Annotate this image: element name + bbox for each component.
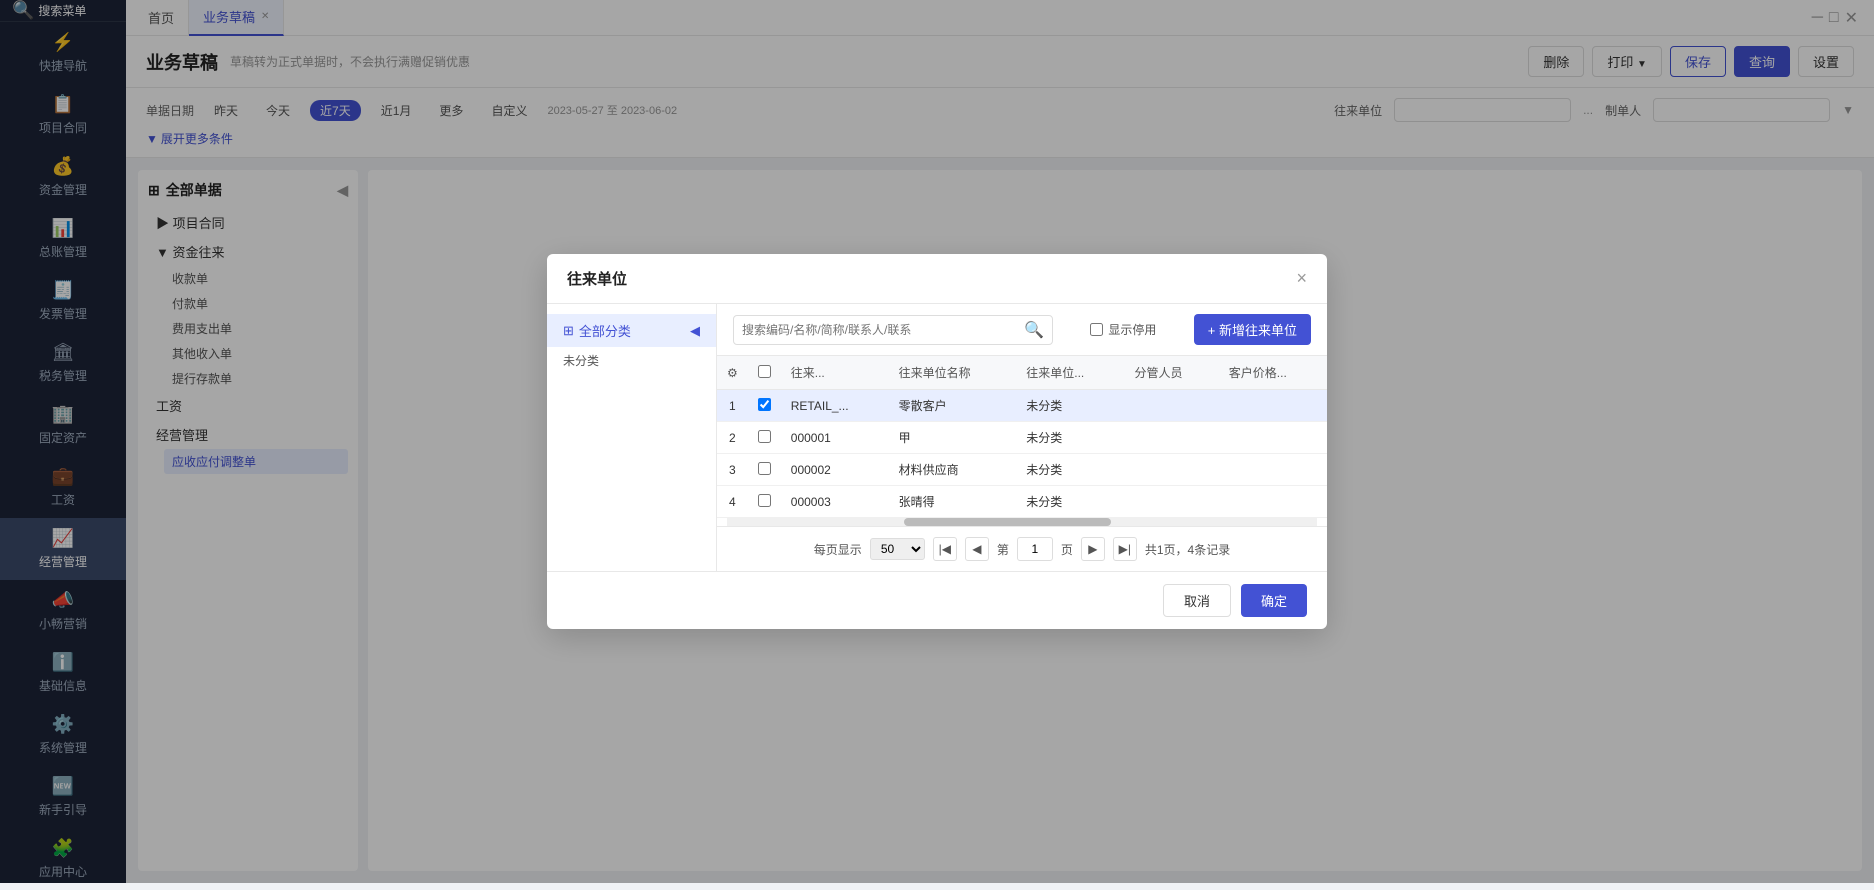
row-setting: 1 <box>717 390 748 422</box>
row-manager <box>1124 390 1218 422</box>
prev-page-button[interactable]: ◀ <box>965 537 989 561</box>
table-row[interactable]: 2 000001 甲 未分类 <box>717 422 1327 454</box>
per-page-label: 每页显示 <box>814 541 862 558</box>
dialog-content: 🔍 显示停用 + 新增往来单位 ⚙ <box>717 304 1327 571</box>
collapse-tree-icon[interactable]: ◀ <box>690 323 700 339</box>
dialog-pagination: 每页显示 50 100 200 |◀ ◀ 第 页 ▶ ▶| 共1页，4条记录 <box>717 526 1327 571</box>
col-check[interactable] <box>748 356 781 390</box>
row-checkbox[interactable] <box>758 430 771 443</box>
counterparty-dialog: 往来单位 × ⊞ 全部分类 ◀ 未分类 <box>547 254 1327 629</box>
total-records: 共1页，4条记录 <box>1145 541 1230 558</box>
dialog-header: 往来单位 × <box>547 254 1327 304</box>
dialog-close-button[interactable]: × <box>1296 268 1307 289</box>
row-price <box>1219 454 1327 486</box>
dialog-title: 往来单位 <box>567 268 627 289</box>
row-price <box>1219 486 1327 518</box>
row-code: 000001 <box>781 422 889 454</box>
row-name: 甲 <box>889 422 1017 454</box>
row-price <box>1219 422 1327 454</box>
search-wrap: 🔍 <box>733 315 1053 345</box>
row-setting: 3 <box>717 454 748 486</box>
uncategorized-label: 未分类 <box>563 354 599 368</box>
page-number-input[interactable] <box>1017 537 1053 561</box>
page-label: 页 <box>1061 541 1073 558</box>
row-category: 未分类 <box>1016 454 1124 486</box>
row-check[interactable] <box>748 390 781 422</box>
cancel-button[interactable]: 取消 <box>1163 584 1231 617</box>
search-icon: 🔍 <box>1024 320 1044 340</box>
row-code: 000003 <box>781 486 889 518</box>
col-manager: 分管人员 <box>1124 356 1218 390</box>
dialog-body: ⊞ 全部分类 ◀ 未分类 🔍 显示停用 <box>547 304 1327 571</box>
row-code: 000002 <box>781 454 889 486</box>
first-page-button[interactable]: |◀ <box>933 537 957 561</box>
row-price <box>1219 390 1327 422</box>
row-name: 零散客户 <box>889 390 1017 422</box>
row-checkbox[interactable] <box>758 494 771 507</box>
per-page-select[interactable]: 50 100 200 <box>870 538 925 560</box>
row-checkbox[interactable] <box>758 398 771 411</box>
row-setting: 2 <box>717 422 748 454</box>
select-all-checkbox[interactable] <box>758 365 771 378</box>
counterparty-table: ⚙ 往来... 往来单位名称 往来单位... 分管人员 客户价格... <box>717 356 1327 518</box>
row-name: 材料供应商 <box>889 454 1017 486</box>
col-code: 往来... <box>781 356 889 390</box>
row-category: 未分类 <box>1016 422 1124 454</box>
row-setting: 4 <box>717 486 748 518</box>
show-disabled-label[interactable]: 显示停用 <box>1090 321 1156 338</box>
table-row[interactable]: 1 RETAIL_... 零散客户 未分类 <box>717 390 1327 422</box>
row-manager <box>1124 422 1218 454</box>
row-category: 未分类 <box>1016 486 1124 518</box>
dialog-tree-all[interactable]: ⊞ 全部分类 ◀ <box>547 314 716 347</box>
dialog-actions: 取消 确定 <box>547 571 1327 629</box>
col-category: 往来单位... <box>1016 356 1124 390</box>
dialog-tree: ⊞ 全部分类 ◀ 未分类 <box>547 304 717 571</box>
add-counterparty-button[interactable]: + 新增往来单位 <box>1194 314 1311 345</box>
page-number-label: 第 <box>997 541 1009 558</box>
row-manager <box>1124 486 1218 518</box>
dialog-tree-uncategorized[interactable]: 未分类 <box>547 347 716 374</box>
row-category: 未分类 <box>1016 390 1124 422</box>
row-name: 张晴得 <box>889 486 1017 518</box>
last-page-button[interactable]: ▶| <box>1113 537 1137 561</box>
confirm-button[interactable]: 确定 <box>1241 584 1307 617</box>
dialog-tree-all-label: 全部分类 <box>579 321 631 340</box>
col-price: 客户价格... <box>1219 356 1327 390</box>
show-disabled-text: 显示停用 <box>1108 321 1156 338</box>
col-name: 往来单位名称 <box>889 356 1017 390</box>
search-input[interactable] <box>742 323 1018 337</box>
horizontal-scrollbar[interactable] <box>727 518 1317 526</box>
row-check[interactable] <box>748 422 781 454</box>
table-row[interactable]: 3 000002 材料供应商 未分类 <box>717 454 1327 486</box>
row-check[interactable] <box>748 454 781 486</box>
row-code: RETAIL_... <box>781 390 889 422</box>
col-setting[interactable]: ⚙ <box>717 356 748 390</box>
dialog-overlay: 往来单位 × ⊞ 全部分类 ◀ 未分类 <box>0 0 1874 883</box>
row-manager <box>1124 454 1218 486</box>
dialog-toolbar: 🔍 显示停用 + 新增往来单位 <box>717 304 1327 356</box>
show-disabled-checkbox[interactable] <box>1090 323 1103 336</box>
scroll-thumb[interactable] <box>904 518 1111 526</box>
dialog-table: ⚙ 往来... 往来单位名称 往来单位... 分管人员 客户价格... <box>717 356 1327 518</box>
table-row[interactable]: 4 000003 张晴得 未分类 <box>717 486 1327 518</box>
row-checkbox[interactable] <box>758 462 771 475</box>
grid-icon-dialog: ⊞ <box>563 323 574 339</box>
next-page-button[interactable]: ▶ <box>1081 537 1105 561</box>
row-check[interactable] <box>748 486 781 518</box>
